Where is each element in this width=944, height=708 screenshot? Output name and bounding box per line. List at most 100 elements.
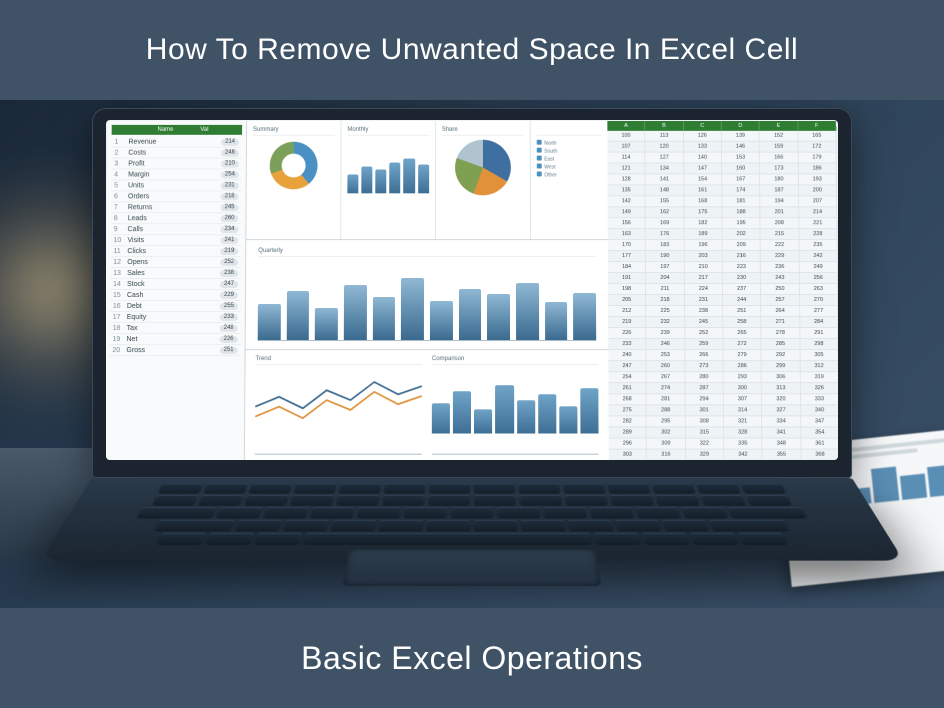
keyboard-key <box>294 484 337 493</box>
keyboard-key <box>728 507 807 517</box>
list-item: 12Opens252 <box>110 257 241 268</box>
list-item: 18Tax248 <box>110 323 241 334</box>
keyboard-key <box>738 533 787 544</box>
keyboard-key <box>426 520 469 530</box>
table-row: 303316329342355368 <box>609 450 838 460</box>
keyboard-key <box>138 507 217 517</box>
screen-bezel: Name Val 1Revenue2142Costs2463Profit2104… <box>92 108 852 478</box>
table-row: 191204217230243256 <box>608 273 838 284</box>
table-row: 100113126139152165 <box>607 131 836 142</box>
keyboard-key <box>429 484 470 493</box>
keyboard-key <box>610 495 654 505</box>
keyboard-key <box>521 520 565 530</box>
list-item: 8Leads260 <box>111 213 242 224</box>
big-bar-chart: Quarterly <box>246 240 609 350</box>
list-item: 1Revenue214 <box>111 137 242 148</box>
keyboard-key <box>428 495 470 505</box>
keyboard-key <box>474 484 515 493</box>
keyboard-key <box>290 495 334 505</box>
keyboard-key <box>700 495 745 505</box>
keyboard-key <box>339 484 381 493</box>
list-item: 5Units231 <box>111 180 242 191</box>
list-item: 11Clicks219 <box>110 246 241 257</box>
keyboard-key <box>382 495 424 505</box>
keyboard-key <box>740 484 785 493</box>
list-item: 15Cash229 <box>110 290 241 301</box>
list-item: 6Orders218 <box>111 191 242 202</box>
table-row: 135148161174187200 <box>608 185 837 196</box>
list-item: 4Margin254 <box>111 169 242 180</box>
keyboard-key <box>451 507 494 517</box>
keyboard-key <box>283 520 329 530</box>
keyboard-key <box>474 520 517 530</box>
keyboard-key <box>615 520 661 530</box>
table-row: 170183196209222235 <box>608 240 838 251</box>
list-item: 2Costs246 <box>111 148 242 159</box>
category-label: Basic Excel Operations <box>301 640 643 677</box>
keyboard-key <box>216 507 262 517</box>
keyboard-key <box>244 495 289 505</box>
table-row: 289302315328341354 <box>609 427 838 438</box>
keyboard-key <box>404 507 447 517</box>
keyboard-key <box>690 533 738 544</box>
table-row: 261274287300313326 <box>608 383 838 394</box>
trackpad <box>342 549 601 586</box>
keyboard-key <box>594 533 640 544</box>
list-item: 19Net226 <box>109 334 240 345</box>
keyboard-key <box>519 495 561 505</box>
table-row: 142155168181194207 <box>608 196 837 207</box>
keyboard-key <box>310 507 354 517</box>
pie-chart: Share <box>436 121 531 239</box>
keyboard-key <box>563 484 605 493</box>
hero-photo: Name Val 1Revenue2142Costs2463Profit2104… <box>0 100 944 608</box>
keyboard-key <box>206 533 254 544</box>
keyboard-key <box>518 484 560 493</box>
list-item: 17Equity233 <box>110 312 241 323</box>
table-row: 226239252265278291 <box>608 328 838 339</box>
keyboard-key <box>568 520 613 530</box>
table-row: 121134147160173186 <box>607 164 836 175</box>
legend-box: NorthSouthEastWestOther <box>530 121 608 239</box>
grouped-bar-chart: Comparison <box>432 356 599 455</box>
table-row: 219232245258271284 <box>608 317 838 328</box>
list-item: 7Returns245 <box>111 202 242 213</box>
sheet-header: AB CD EF <box>607 121 836 131</box>
keyboard-key <box>198 495 243 505</box>
keyboard-key <box>331 520 376 530</box>
keyboard-key <box>249 484 293 493</box>
table-row: 240253266279292305 <box>608 350 838 361</box>
list-item: 14Stock247 <box>110 279 241 290</box>
keyboard-key <box>235 520 281 530</box>
table-row: 247260273286299312 <box>608 361 838 372</box>
list-item: 3Profit210 <box>111 159 242 170</box>
list-item: 16Debt255 <box>110 301 241 312</box>
spreadsheet-grid: AB CD EF 1001131261391521651071201331461… <box>607 121 838 460</box>
sidebar-table: Name Val 1Revenue2142Costs2463Profit2104… <box>106 121 247 460</box>
table-row: 268281294307320333 <box>608 394 838 405</box>
laptop-screen: Name Val 1Revenue2142Costs2463Profit2104… <box>106 120 838 460</box>
keyboard-key <box>746 495 792 505</box>
keyboard-key <box>607 484 650 493</box>
keyboard-key <box>304 533 592 544</box>
table-row: 128141154167180193 <box>608 174 837 185</box>
table-row: 198211224237250263 <box>608 284 838 295</box>
keyboard-key <box>155 520 235 530</box>
list-item: 10Visits241 <box>110 235 241 246</box>
dashboard: Summary Monthly Share <box>245 121 609 460</box>
table-row: 177190203216229242 <box>608 251 838 262</box>
keyboard-key <box>152 495 198 505</box>
keyboard <box>40 478 903 561</box>
table-row: 114127140153166179 <box>607 153 836 164</box>
keyboard-key <box>652 484 696 493</box>
keyboard-key <box>263 507 308 517</box>
laptop: Name Val 1Revenue2142Costs2463Profit2104… <box>92 108 852 608</box>
keyboard-key <box>157 533 206 544</box>
keyboard-key <box>655 495 700 505</box>
table-row: 275288301314327340 <box>608 405 838 416</box>
table-row: 149162175188201214 <box>608 207 838 218</box>
keyboard-key <box>204 484 248 493</box>
table-row: 163176189202215228 <box>608 229 838 240</box>
keyboard-key <box>357 507 401 517</box>
keyboard-key <box>589 507 633 517</box>
table-row: 296309322335348361 <box>609 439 838 450</box>
